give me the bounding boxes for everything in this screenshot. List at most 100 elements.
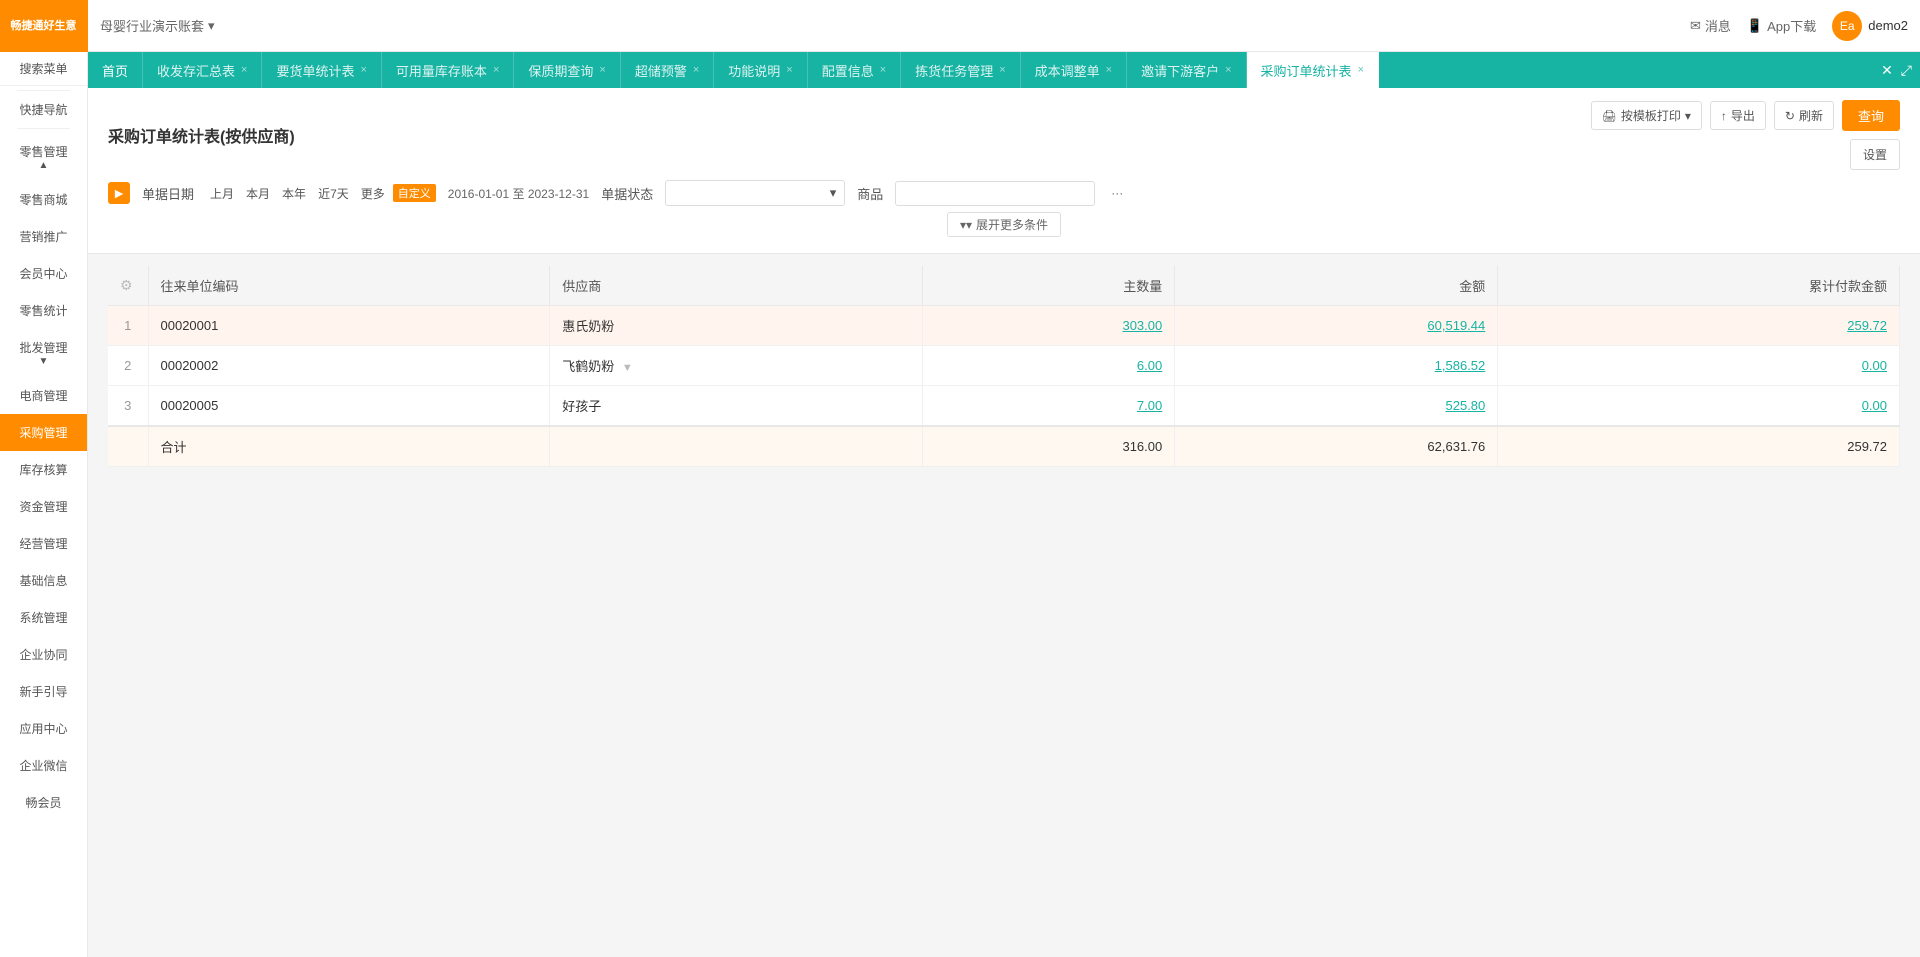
footer-empty2	[550, 426, 923, 467]
tab-close-icon[interactable]: ×	[880, 64, 886, 76]
sidebar-item-retail-stats[interactable]: 零售统计	[0, 292, 87, 329]
paid-link[interactable]: 0.00	[1862, 358, 1887, 373]
more-filter-icon[interactable]: ···	[1111, 186, 1123, 200]
sidebar-item-app-center[interactable]: 应用中心	[0, 710, 87, 747]
amount-link[interactable]: 60,519.44	[1427, 318, 1485, 333]
sidebar-item-newbie[interactable]: 新手引导	[0, 673, 87, 710]
table-row: 3 00020005 好孩子 7.00 525.80 0.00	[108, 386, 1900, 427]
tab-close-icon[interactable]: ×	[599, 64, 605, 76]
tab-label: 邀请下游客户	[1141, 61, 1219, 80]
qty-link[interactable]: 6.00	[1137, 358, 1162, 373]
tab-receive-summary[interactable]: 收发存汇总表 ×	[143, 52, 262, 88]
tab-close-icon[interactable]: ×	[999, 64, 1005, 76]
sidebar-item-search[interactable]: 搜索菜单	[0, 52, 87, 86]
sidebar-item-ecommerce[interactable]: 电商管理	[0, 377, 87, 414]
sidebar-item-label: 企业微信	[19, 757, 67, 774]
account-selector[interactable]: 母婴行业演示账套 ▾	[100, 16, 215, 35]
sidebar-item-enterprise[interactable]: 企业协同	[0, 636, 87, 673]
date-shortcut-7days[interactable]: 近7天	[314, 183, 353, 204]
tab-inventory-ledger[interactable]: 可用量库存账本 ×	[382, 52, 514, 88]
sidebar-item-purchase[interactable]: 采购管理	[0, 414, 87, 451]
tab-feature-desc[interactable]: 功能说明 ×	[714, 52, 807, 88]
sidebar-item-basic-info[interactable]: 基础信息	[0, 562, 87, 599]
col-paid: 累计付款金额	[1498, 266, 1900, 306]
date-shortcut-last-month[interactable]: 上月	[206, 183, 238, 204]
tab-label: 超储预警	[635, 61, 687, 80]
sidebar-item-label: 基础信息	[19, 572, 67, 589]
tab-pick-task[interactable]: 拣货任务管理 ×	[901, 52, 1020, 88]
paid-link[interactable]: 0.00	[1862, 398, 1887, 413]
row-qty: 303.00	[922, 306, 1175, 346]
sidebar-item-member[interactable]: 会员中心	[0, 255, 87, 292]
export-button[interactable]: ↑ 导出	[1710, 101, 1766, 130]
print-button[interactable]: 🖨 按模板打印 ▾	[1591, 101, 1702, 130]
sidebar-item-label: 系统管理	[19, 609, 67, 626]
sidebar-item-quick-nav[interactable]: 快捷导航	[0, 95, 87, 124]
tab-close-icon[interactable]: ×	[1225, 64, 1231, 76]
tab-close-icon[interactable]: ×	[493, 64, 499, 76]
expand-more-button[interactable]: ▾▾ 展开更多条件	[947, 212, 1061, 237]
tab-config[interactable]: 配置信息 ×	[808, 52, 901, 88]
user-menu[interactable]: Ea demo2	[1832, 11, 1908, 41]
goods-filter-input[interactable]	[895, 181, 1095, 206]
sidebar-item-retail-shop[interactable]: 零售商城	[0, 181, 87, 218]
tab-close-icon[interactable]: ×	[786, 64, 792, 76]
tab-invite-downstream[interactable]: 邀请下游客户 ×	[1127, 52, 1246, 88]
amount-link[interactable]: 525.80	[1446, 398, 1486, 413]
row-expand-icon[interactable]: ▼	[622, 362, 633, 374]
tab-purchase-order-stats[interactable]: 采购订单统计表 ×	[1247, 52, 1379, 88]
sidebar-item-operation[interactable]: 经营管理	[0, 525, 87, 562]
sidebar-item-wholesale[interactable]: 批发管理 ▼	[0, 329, 87, 377]
date-custom-tag[interactable]: 自定义	[393, 184, 436, 202]
tab-close-icon[interactable]: ×	[1106, 64, 1112, 76]
sidebar-item-marketing[interactable]: 营销推广	[0, 218, 87, 255]
page: 采购订单统计表(按供应商) 🖨 按模板打印 ▾ ↑ 导出	[88, 88, 1920, 957]
sidebar-item-member-vip[interactable]: 畅会员	[0, 784, 87, 821]
table-row: 1 00020001 惠氏奶粉 303.00 60,519.44 259.72	[108, 306, 1900, 346]
qty-link[interactable]: 7.00	[1137, 398, 1162, 413]
filter-row: ► 单据日期 上月 本月 本年 近7天 更多 自定义 2016-01-01 至 …	[108, 180, 1900, 206]
tab-order-summary[interactable]: 要货单统计表 ×	[262, 52, 381, 88]
col-code: 往来单位编码	[148, 266, 550, 306]
filter-expand-row: ▾▾ 展开更多条件	[108, 206, 1900, 243]
tab-close-icon[interactable]: ×	[360, 64, 366, 76]
message-button[interactable]: ✉ 消息	[1690, 16, 1731, 35]
tab-quality-query[interactable]: 保质期查询 ×	[514, 52, 620, 88]
sidebar-item-sys-mgmt[interactable]: 系统管理	[0, 599, 87, 636]
sidebar-item-stock[interactable]: 库存核算	[0, 451, 87, 488]
filter-expand-button[interactable]: ►	[108, 182, 130, 204]
sidebar-item-wechat-work[interactable]: 企业微信	[0, 747, 87, 784]
row-supplier: 好孩子	[550, 386, 923, 427]
tab-label: 成本调整单	[1035, 61, 1100, 80]
app-download-button[interactable]: 📱 App下载	[1747, 16, 1816, 35]
message-label: 消息	[1705, 16, 1731, 35]
close-tab-icon[interactable]: ✕	[1881, 62, 1893, 79]
sidebar-item-finance[interactable]: 资金管理	[0, 488, 87, 525]
tab-home[interactable]: 首页	[88, 52, 143, 88]
row-code: 00020001	[148, 306, 550, 346]
refresh-button[interactable]: ↻ 刷新	[1774, 101, 1834, 130]
date-shortcut-more[interactable]: 更多	[357, 183, 389, 204]
date-shortcut-this-year[interactable]: 本年	[278, 183, 310, 204]
sidebar-item-retail-mgmt[interactable]: 零售管理 ▲	[0, 133, 87, 181]
tab-close-icon[interactable]: ×	[693, 64, 699, 76]
tabbar: 首页 收发存汇总表 × 要货单统计表 × 可用量库存账本 × 保质期查询 × 超…	[88, 52, 1920, 88]
tab-close-icon[interactable]: ×	[1358, 64, 1364, 76]
sidebar-item-label: 零售管理	[19, 143, 67, 160]
column-settings-icon[interactable]: ⚙	[120, 277, 133, 293]
sidebar-item-label: 畅会员	[25, 794, 61, 811]
amount-link[interactable]: 1,586.52	[1435, 358, 1486, 373]
settings-button[interactable]: 设置	[1850, 139, 1900, 170]
status-filter-select[interactable]: ▾	[665, 180, 845, 206]
paid-link[interactable]: 259.72	[1847, 318, 1887, 333]
row-supplier: 飞鹤奶粉 ▼	[550, 346, 923, 386]
filter-area: ► 单据日期 上月 本月 本年 近7天 更多 自定义 2016-01-01 至 …	[108, 180, 1900, 253]
maximize-tab-icon[interactable]: ⤢	[1901, 62, 1912, 79]
qty-link[interactable]: 303.00	[1122, 318, 1162, 333]
tab-overstock-warning[interactable]: 超储预警 ×	[621, 52, 714, 88]
query-button[interactable]: 查询	[1842, 100, 1900, 131]
date-shortcut-this-month[interactable]: 本月	[242, 183, 274, 204]
tab-close-icon[interactable]: ×	[241, 64, 247, 76]
print-label: 按模板打印	[1621, 107, 1681, 124]
tab-cost-adjust[interactable]: 成本调整单 ×	[1021, 52, 1127, 88]
